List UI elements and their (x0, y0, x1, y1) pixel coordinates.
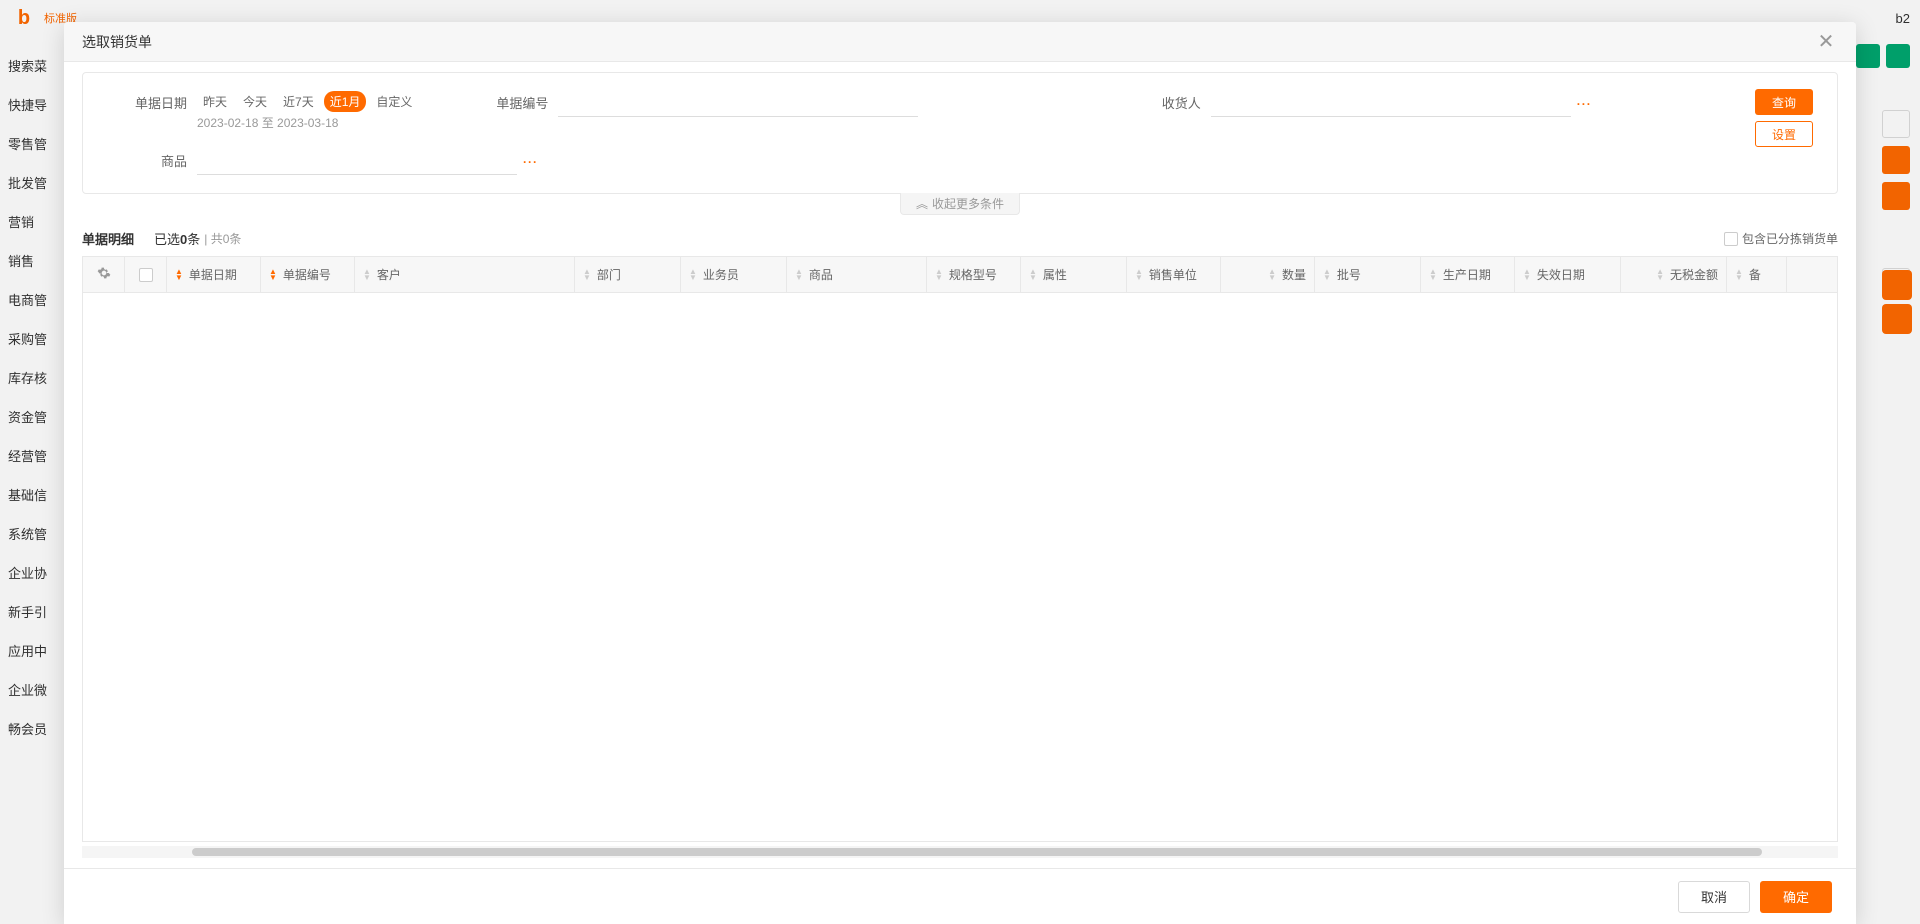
sort-icon[interactable]: ▲▼ (1268, 269, 1276, 281)
column-mfg[interactable]: ▲▼ 生产日期 (1421, 257, 1515, 292)
column-batch[interactable]: ▲▼ 批号 (1315, 257, 1421, 292)
sort-icon[interactable]: ▲▼ (795, 269, 803, 281)
sort-icon[interactable]: ▲▼ (1029, 269, 1037, 281)
column-remark[interactable]: ▲▼ 备 (1727, 257, 1787, 292)
receiver-input[interactable] (1211, 91, 1571, 117)
table-header: ▲▼单据日期▲▼单据编号▲▼客户▲▼部门▲▼业务员▲▼商品▲▼规格型号▲▼属性▲… (83, 257, 1838, 293)
sort-icon[interactable]: ▲▼ (1135, 269, 1143, 281)
column-product[interactable]: ▲▼ 商品 (787, 257, 927, 292)
receiver-group: 收货人 ··· (1121, 91, 1723, 117)
sort-icon[interactable]: ▲▼ (1656, 269, 1664, 281)
info-row: 单据明细 已选0条 | 共0条 包含已分拣销货单 (82, 229, 1838, 248)
modal-header: 选取销货单 ✕ (64, 22, 1856, 62)
total-count: | 共0条 (204, 230, 241, 247)
sort-icon[interactable]: ▲▼ (269, 269, 277, 281)
column-qty[interactable]: ▲▼ 数量 (1221, 257, 1315, 292)
sort-icon[interactable]: ▲▼ (1323, 269, 1331, 281)
column-amount[interactable]: ▲▼ 无税金额 (1621, 257, 1727, 292)
column-label: 部门 (597, 266, 621, 283)
search-actions: 查询 设置 (1755, 89, 1813, 147)
confirm-button[interactable]: 确定 (1760, 881, 1832, 913)
modal-footer: 取消 确定 (64, 868, 1856, 924)
date-option-1[interactable]: 今天 (237, 91, 273, 112)
bill-no-group: 单据编号 (468, 91, 1070, 117)
sort-icon[interactable]: ▲▼ (363, 269, 371, 281)
column-label: 销售单位 (1149, 266, 1197, 283)
product-group: 商品 ··· (107, 149, 538, 175)
column-label: 单据日期 (189, 266, 237, 283)
column-attr[interactable]: ▲▼ 属性 (1021, 257, 1127, 292)
date-option-3[interactable]: 近1月 (324, 91, 367, 112)
date-range-display: 2023-02-18 至 2023-03-18 (197, 114, 418, 131)
column-label: 属性 (1043, 266, 1067, 283)
column-label: 无税金额 (1670, 266, 1718, 283)
table-wrap: ▲▼单据日期▲▼单据编号▲▼客户▲▼部门▲▼业务员▲▼商品▲▼规格型号▲▼属性▲… (82, 256, 1838, 842)
bill-date-group: 单据日期 昨天今天近7天近1月自定义 2023-02-18 至 2023-03-… (107, 91, 418, 131)
bill-no-label: 单据编号 (468, 91, 558, 117)
column-billno[interactable]: ▲▼ 单据编号 (261, 257, 355, 292)
product-input[interactable] (197, 149, 517, 175)
sort-icon[interactable]: ▲▼ (175, 269, 183, 281)
column-label: 数量 (1282, 266, 1306, 283)
scrollbar-thumb[interactable] (192, 848, 1762, 856)
settings-button[interactable]: 设置 (1755, 121, 1813, 147)
product-label: 商品 (107, 149, 197, 175)
table-body (83, 293, 1838, 841)
select-all-checkbox[interactable] (139, 268, 153, 282)
bill-date-label: 单据日期 (107, 91, 197, 117)
sort-icon[interactable]: ▲▼ (1429, 269, 1437, 281)
column-label: 批号 (1337, 266, 1361, 283)
include-sorted-label: 包含已分拣销货单 (1742, 230, 1838, 247)
date-quick-options: 昨天今天近7天近1月自定义 (197, 91, 418, 112)
column-sales[interactable]: ▲▼ 业务员 (681, 257, 787, 292)
sort-icon[interactable]: ▲▼ (1523, 269, 1531, 281)
close-icon[interactable]: ✕ (1814, 30, 1838, 54)
sort-icon[interactable]: ▲▼ (1735, 269, 1743, 281)
selected-count: 已选0条 (154, 229, 200, 248)
date-option-0[interactable]: 昨天 (197, 91, 233, 112)
column-label: 生产日期 (1443, 266, 1491, 283)
receiver-more-icon[interactable]: ··· (1577, 97, 1592, 111)
column-customer[interactable]: ▲▼ 客户 (355, 257, 575, 292)
search-panel: 单据日期 昨天今天近7天近1月自定义 2023-02-18 至 2023-03-… (82, 72, 1838, 194)
column-label: 失效日期 (1537, 266, 1585, 283)
column-billdate[interactable]: ▲▼ 单据日期 (167, 257, 261, 292)
column-label: 客户 (377, 266, 401, 283)
checkbox-icon (1724, 232, 1738, 246)
horizontal-scrollbar[interactable] (82, 846, 1838, 858)
column-label: 单据编号 (283, 266, 331, 283)
sort-icon[interactable]: ▲▼ (583, 269, 591, 281)
column-check[interactable] (125, 257, 167, 292)
select-sales-order-modal: 选取销货单 ✕ 单据日期 昨天今天近7天近1月自定义 2023-02-18 至 … (64, 22, 1856, 924)
column-unit[interactable]: ▲▼ 销售单位 (1127, 257, 1221, 292)
bill-no-input[interactable] (558, 91, 918, 117)
modal-title: 选取销货单 (82, 32, 152, 52)
column-settings[interactable] (83, 257, 125, 292)
include-sorted-checkbox[interactable]: 包含已分拣销货单 (1724, 230, 1838, 247)
sort-icon[interactable]: ▲▼ (689, 269, 697, 281)
date-option-4[interactable]: 自定义 (370, 91, 418, 112)
collapse-toggle[interactable]: ︽ 收起更多条件 (900, 193, 1020, 215)
date-option-2[interactable]: 近7天 (277, 91, 320, 112)
gear-icon[interactable] (97, 266, 111, 283)
chevron-up-icon: ︽ (916, 197, 928, 211)
query-button[interactable]: 查询 (1755, 89, 1813, 115)
collapse-label: 收起更多条件 (932, 197, 1004, 211)
column-label: 业务员 (703, 266, 739, 283)
column-label: 商品 (809, 266, 833, 283)
tab-bill-detail[interactable]: 单据明细 (82, 229, 134, 248)
product-more-icon[interactable]: ··· (523, 155, 538, 169)
modal-body: 单据日期 昨天今天近7天近1月自定义 2023-02-18 至 2023-03-… (64, 62, 1856, 868)
cancel-button[interactable]: 取消 (1678, 881, 1750, 913)
column-exp[interactable]: ▲▼ 失效日期 (1515, 257, 1621, 292)
column-dept[interactable]: ▲▼ 部门 (575, 257, 681, 292)
sort-icon[interactable]: ▲▼ (935, 269, 943, 281)
receiver-label: 收货人 (1121, 91, 1211, 117)
column-spec[interactable]: ▲▼ 规格型号 (927, 257, 1021, 292)
column-label: 规格型号 (949, 266, 997, 283)
column-label: 备 (1749, 266, 1761, 283)
